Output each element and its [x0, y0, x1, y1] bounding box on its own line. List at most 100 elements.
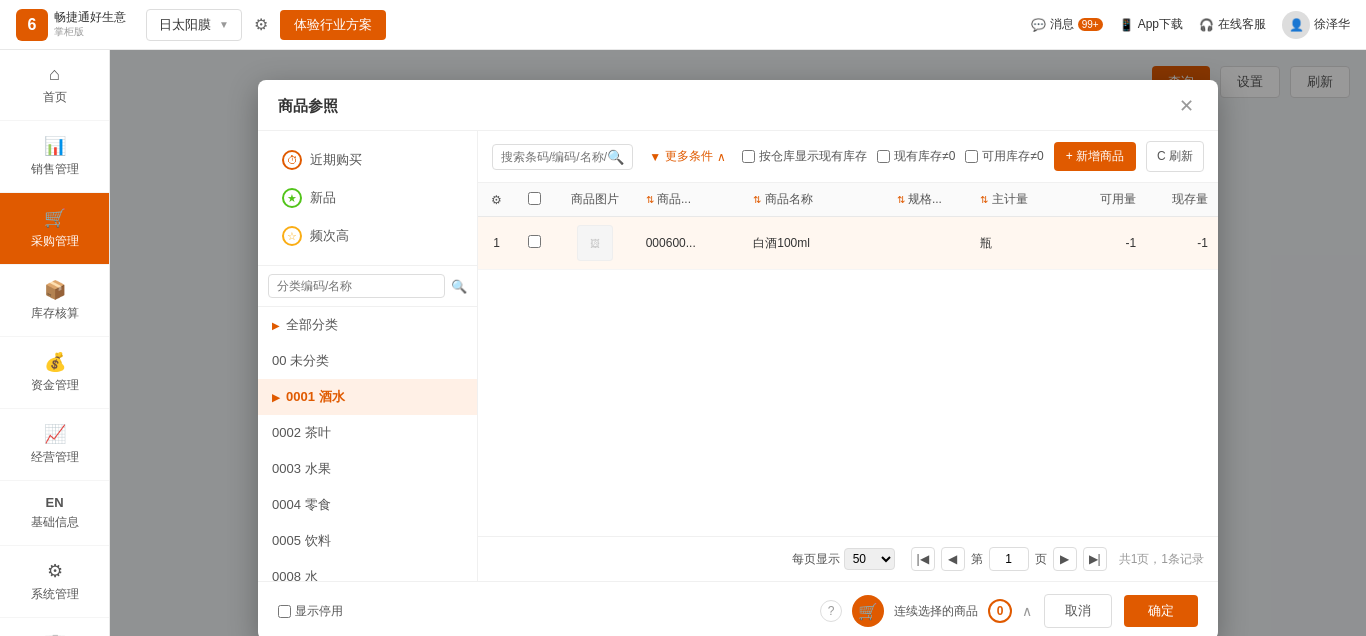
category-search-icon[interactable]: 🔍	[451, 279, 467, 294]
left-panel-top: ⏱ 近期购买 ★ 新品 ☆ 频次高	[258, 131, 477, 266]
modal-body: ⏱ 近期购买 ★ 新品 ☆ 频次高	[258, 131, 1218, 581]
product-search-bar: 🔍	[492, 144, 633, 170]
user-profile[interactable]: 👤 徐泽华	[1282, 11, 1350, 39]
operations-icon: 📈	[44, 423, 66, 445]
row-checkbox[interactable]	[528, 235, 541, 248]
col-checkbox[interactable]	[515, 183, 554, 217]
cancel-button[interactable]: 取消	[1044, 594, 1112, 628]
freq-icon: ☆	[282, 226, 302, 246]
row-code: 000600...	[636, 217, 744, 270]
product-table: ⚙ 商品图片 ⇅ 商品...	[478, 183, 1218, 270]
modal-close-button[interactable]: ✕	[1174, 94, 1198, 118]
cat-label-0: 00 未分类	[272, 352, 329, 370]
messages-badge: 99+	[1078, 18, 1103, 31]
cart-icon-wrap[interactable]: 🛒	[852, 595, 884, 627]
sidebar-item-operations[interactable]: 📈 经营管理	[0, 409, 109, 481]
modal-title: 商品参照	[278, 97, 338, 116]
table-row[interactable]: 1 🖼 000600... 白酒100ml	[478, 217, 1218, 270]
product-search-input[interactable]	[501, 150, 607, 164]
more-filter-button[interactable]: ▼ 更多条件 ∧	[643, 144, 732, 169]
content-area: 查询 设置 刷新 商品参照 ✕	[110, 50, 1366, 636]
sidebar-item-finance[interactable]: 💰 资金管理	[0, 337, 109, 409]
row-checkbox-cell[interactable]	[515, 217, 554, 270]
category-search-input[interactable]	[268, 274, 445, 298]
messages-nav-item[interactable]: 💬 消息 99+	[1031, 16, 1103, 33]
cat-item-4[interactable]: 0004 零食	[258, 487, 477, 523]
warehouse-filter[interactable]: 按仓库显示现有库存	[742, 148, 867, 165]
sidebar-item-home[interactable]: ⌂ 首页	[0, 50, 109, 121]
col-stock-header: 现存量	[1146, 183, 1218, 217]
category-search-row: 🔍	[258, 266, 477, 307]
purchase-icon: 🛒	[44, 207, 66, 229]
row-name: 白酒100ml	[743, 217, 886, 270]
sidebar-item-purchase[interactable]: 🛒 采购管理	[0, 193, 109, 265]
cat-item-all[interactable]: ▶ 全部分类	[258, 307, 477, 343]
col-avail-header: 可用量	[1051, 183, 1147, 217]
enterprise-icon: 🏢	[44, 632, 66, 636]
add-product-button[interactable]: + 新增商品	[1054, 142, 1136, 171]
cat-label-all: 全部分类	[286, 316, 338, 334]
sidebar-label-inventory: 库存核算	[31, 305, 79, 322]
col-unit-header[interactable]: ⇅ 主计量	[970, 183, 1050, 217]
cat-arrow-1: ▶	[272, 392, 280, 403]
refresh-button[interactable]: C 刷新	[1146, 141, 1204, 172]
available-filter-label: 可用库存≠0	[982, 148, 1043, 165]
sidebar-item-inventory[interactable]: 📦 库存核算	[0, 265, 109, 337]
logo: 6 畅捷通好生意 掌柜版	[16, 9, 126, 41]
company-dropdown[interactable]: 日太阳膜 ▼	[146, 9, 242, 41]
settings-icon[interactable]: ⚙	[254, 15, 268, 34]
sort-icon-name: ⇅	[753, 194, 761, 205]
row-available: -1	[1051, 217, 1147, 270]
cat-item-1[interactable]: ▶ 0001 酒水	[258, 379, 477, 415]
product-search-icon[interactable]: 🔍	[607, 149, 624, 165]
cat-item-0[interactable]: 00 未分类	[258, 343, 477, 379]
select-all-checkbox[interactable]	[528, 192, 541, 205]
collapse-cart-icon[interactable]: ∧	[1022, 603, 1032, 619]
available-checkbox[interactable]	[965, 150, 978, 163]
stock-filter[interactable]: 现有库存≠0	[877, 148, 955, 165]
confirm-button[interactable]: 确定	[1124, 595, 1198, 627]
new-icon: ★	[282, 188, 302, 208]
logo-text: 畅捷通好生意	[54, 10, 126, 26]
page-input[interactable]	[989, 547, 1029, 571]
cat-item-5[interactable]: 0005 饮料	[258, 523, 477, 559]
col-code-header[interactable]: ⇅ 商品...	[636, 183, 744, 217]
per-page-dropdown[interactable]: 50 10 20 100	[844, 548, 895, 570]
sidebar-item-enterprise[interactable]: 🏢 企业协同	[0, 618, 109, 636]
cart-info-label: 连续选择的商品	[894, 603, 978, 620]
app-download-nav-item[interactable]: 📱 App下载	[1119, 16, 1183, 33]
nav-item-recent[interactable]: ⏱ 近期购买	[268, 141, 467, 179]
cat-item-3[interactable]: 0003 水果	[258, 451, 477, 487]
main-layout: ⌂ 首页 📊 销售管理 🛒 采购管理 📦 库存核算 💰 资金管理 📈 经营管理 …	[0, 50, 1366, 636]
col-name-header[interactable]: ⇅ 商品名称	[743, 183, 886, 217]
per-page-select: 每页显示 50 10 20 100	[792, 548, 895, 570]
first-page-button[interactable]: |◀	[911, 547, 935, 571]
help-icon[interactable]: ?	[820, 600, 842, 622]
category-list: ▶ 全部分类 00 未分类 ▶ 0001 酒水 0002 茶	[258, 307, 477, 581]
username: 徐泽华	[1314, 16, 1350, 33]
new-label: 新品	[310, 189, 336, 207]
cat-item-6[interactable]: 0008 水	[258, 559, 477, 581]
show-disabled-checkbox[interactable]	[278, 605, 291, 618]
last-page-button[interactable]: ▶|	[1083, 547, 1107, 571]
prev-page-button[interactable]: ◀	[941, 547, 965, 571]
online-service-nav-item[interactable]: 🎧 在线客服	[1199, 16, 1266, 33]
sidebar-item-basic[interactable]: EN 基础信息	[0, 481, 109, 546]
stock-checkbox[interactable]	[877, 150, 890, 163]
nav-item-frequent[interactable]: ☆ 频次高	[268, 217, 467, 255]
warehouse-checkbox[interactable]	[742, 150, 755, 163]
sidebar-item-sales[interactable]: 📊 销售管理	[0, 121, 109, 193]
system-icon: ⚙	[47, 560, 63, 582]
next-page-button[interactable]: ▶	[1053, 547, 1077, 571]
col-settings[interactable]: ⚙	[478, 183, 515, 217]
cart-count-badge: 0	[988, 599, 1012, 623]
sidebar-label-basic: 基础信息	[31, 514, 79, 531]
sidebar-item-system[interactable]: ⚙ 系统管理	[0, 546, 109, 618]
cat-item-2[interactable]: 0002 茶叶	[258, 415, 477, 451]
nav-item-new[interactable]: ★ 新品	[268, 179, 467, 217]
trial-button[interactable]: 体验行业方案	[280, 10, 386, 40]
show-disabled-label[interactable]: 显示停用	[278, 603, 343, 620]
messages-label: 消息	[1050, 16, 1074, 33]
col-spec-header[interactable]: ⇅ 规格...	[887, 183, 971, 217]
available-filter[interactable]: 可用库存≠0	[965, 148, 1043, 165]
